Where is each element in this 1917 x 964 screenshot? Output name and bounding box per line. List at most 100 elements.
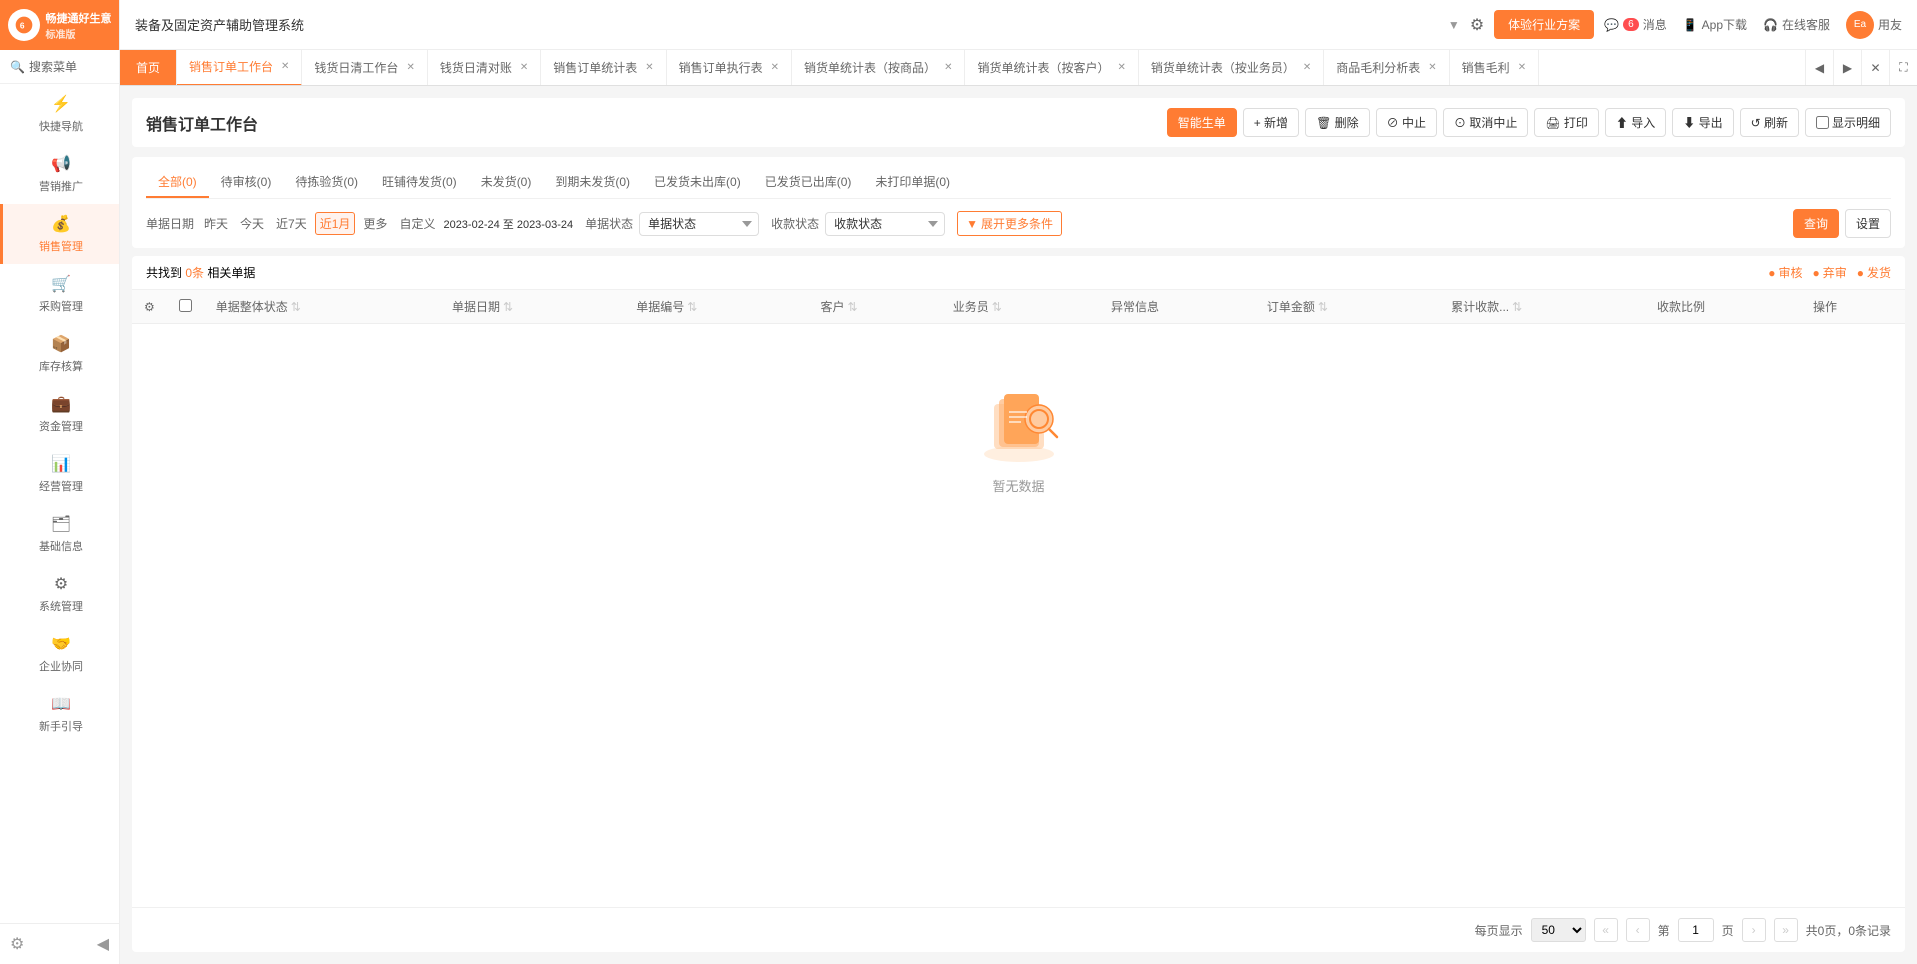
sidebar-search[interactable]: 🔍 搜索菜单 <box>0 50 119 84</box>
sidebar-item-cooperation[interactable]: 🤝企业协同 <box>0 624 119 684</box>
industry-btn[interactable]: 体验行业方案 <box>1494 10 1594 39</box>
sidebar-item-guide[interactable]: 📖新手引导 <box>0 684 119 744</box>
import-btn[interactable]: ⬆ 导入 <box>1605 108 1666 137</box>
settings-filter-btn[interactable]: 设置 <box>1845 209 1891 238</box>
sidebar-item-base-info[interactable]: 🗂基础信息 <box>0 504 119 564</box>
show-detail-btn[interactable]: 显示明细 <box>1805 108 1891 137</box>
gear-header[interactable]: ⚙ <box>132 290 167 324</box>
smart-gen-btn[interactable]: 智能生单 <box>1167 108 1237 137</box>
filter-tab-not-shipped[interactable]: 未发货(0) <box>469 167 544 198</box>
sort-icon-status[interactable]: ⇅ <box>291 300 301 314</box>
refresh-btn[interactable]: ↺ 刷新 <box>1740 108 1799 137</box>
tab-sales-summary-customer[interactable]: 销货单统计表（按客户）✕ <box>965 50 1138 86</box>
filter-tab-all[interactable]: 全部(0) <box>146 167 209 198</box>
user-item[interactable]: Ea 用友 <box>1846 11 1902 39</box>
date-link-近7天[interactable]: 近7天 <box>272 213 311 234</box>
cancel-stop-btn[interactable]: ⊙ 取消中止 <box>1443 108 1528 137</box>
sidebar-item-system[interactable]: ⚙系统管理 <box>0 564 119 624</box>
filter-tab-shipped-out[interactable]: 已发货已出库(0) <box>753 167 864 198</box>
tab-cash-account[interactable]: 钱货日清对账✕ <box>428 50 541 86</box>
sidebar-item-finance[interactable]: 💼资金管理 <box>0 384 119 444</box>
tab-close-product-margin[interactable]: ✕ <box>1428 62 1436 73</box>
table-scroll-container[interactable]: ⚙ 单据整体状态⇅ 单据日期⇅ 单据编号⇅ 客户⇅ 业务员⇅ 异常信息 订单金额… <box>132 290 1905 907</box>
status-select[interactable]: 单据状态 <box>639 212 759 236</box>
tab-product-margin[interactable]: 商品毛利分析表✕ <box>1324 50 1449 86</box>
sidebar-item-marketing[interactable]: 📢营销推广 <box>0 144 119 204</box>
sort-icon-collected[interactable]: ⇅ <box>1512 300 1522 314</box>
sidebar-item-quick-nav[interactable]: ⚡快捷导航 <box>0 84 119 144</box>
show-detail-checkbox[interactable] <box>1816 116 1829 129</box>
message-item[interactable]: 💬 6 消息 <box>1604 16 1667 33</box>
topbar-settings-icon[interactable]: ⚙ <box>1470 15 1484 35</box>
sort-icon-staff[interactable]: ⇅ <box>992 300 1002 314</box>
tab-sales-summary-staff[interactable]: 销货单统计表（按业务员）✕ <box>1139 50 1324 86</box>
tab-close-cash-daily[interactable]: ✕ <box>406 62 414 73</box>
last-page-btn[interactable]: » <box>1774 918 1798 942</box>
filter-tab-shipped-not-out[interactable]: 已发货未出库(0) <box>642 167 753 198</box>
sort-icon-amount[interactable]: ⇅ <box>1318 300 1328 314</box>
settings-icon[interactable]: ⚙ <box>10 934 24 954</box>
tab-sales-summary-product[interactable]: 销货单统计表（按商品）✕ <box>792 50 965 86</box>
tab-close-sales-workbench[interactable]: ✕ <box>281 61 289 72</box>
tab-sales-stats[interactable]: 销售订单统计表✕ <box>541 50 666 86</box>
tab-close-sales-exec[interactable]: ✕ <box>771 62 779 73</box>
date-link-今天[interactable]: 今天 <box>236 213 268 234</box>
empty-state: 暂无数据 <box>132 324 1905 555</box>
tab-home[interactable]: 首页 <box>120 50 177 86</box>
tab-sales-workbench[interactable]: 销售订单工作台✕ <box>177 50 302 86</box>
batch-review-btn[interactable]: ●审核 <box>1768 264 1802 281</box>
dropdown-arrow[interactable]: ▼ <box>1448 18 1460 32</box>
tab-sales-profit[interactable]: 销售毛利✕ <box>1450 50 1539 86</box>
filter-tab-expired-not-shipped[interactable]: 到期未发货(0) <box>543 167 642 198</box>
sort-icon-customer[interactable]: ⇅ <box>847 300 857 314</box>
delete-btn[interactable]: 🗑 删除 <box>1305 108 1370 137</box>
batch-unreviewed-label: 弃审 <box>1823 264 1847 281</box>
date-link-近1月[interactable]: 近1月 <box>315 212 356 235</box>
filter-tab-pending-inspection[interactable]: 待拣验货(0) <box>283 167 370 198</box>
online-service-item[interactable]: 🎧 在线客服 <box>1763 16 1830 33</box>
export-btn[interactable]: ⬇ 导出 <box>1672 108 1733 137</box>
first-page-btn[interactable]: « <box>1594 918 1618 942</box>
tab-close-sales-profit[interactable]: ✕ <box>1518 62 1526 73</box>
batch-unreviewed-icon: ● <box>1812 266 1819 280</box>
page-input[interactable] <box>1678 918 1714 942</box>
tab-close-sales-summary-product[interactable]: ✕ <box>944 62 952 73</box>
stop-btn[interactable]: ⊘ 中止 <box>1376 108 1437 137</box>
payment-select[interactable]: 收款状态 <box>825 212 945 236</box>
sidebar-item-inventory[interactable]: 📦库存核算 <box>0 324 119 384</box>
tab-prev-btn[interactable]: ◀ <box>1805 50 1833 86</box>
tab-close-sales-stats[interactable]: ✕ <box>645 62 653 73</box>
filter-tab-not-printed[interactable]: 未打印单据(0) <box>863 167 962 198</box>
date-link-自定义[interactable]: 自定义 <box>395 213 439 234</box>
print-btn[interactable]: 🖨 打印 <box>1534 108 1599 137</box>
prev-page-btn[interactable]: ‹ <box>1626 918 1650 942</box>
expand-btn[interactable]: ▼ 展开更多条件 <box>957 211 1062 236</box>
tab-cash-daily[interactable]: 钱货日清工作台✕ <box>302 50 427 86</box>
filter-tab-pending-review[interactable]: 待审核(0) <box>209 167 284 198</box>
app-download-item[interactable]: 📱 App下载 <box>1683 16 1747 33</box>
tab-close-sales-summary-staff[interactable]: ✕ <box>1303 62 1311 73</box>
query-btn[interactable]: 查询 <box>1793 209 1839 238</box>
select-all-checkbox[interactable] <box>179 299 192 312</box>
tab-close-cash-account[interactable]: ✕ <box>520 62 528 73</box>
add-btn[interactable]: + 新增 <box>1243 108 1299 137</box>
per-page-select[interactable]: 50 10 20 100 <box>1531 918 1586 942</box>
tab-close-sales-summary-customer[interactable]: ✕ <box>1117 62 1125 73</box>
tab-close-all-btn[interactable]: ✕ <box>1861 50 1889 86</box>
sidebar-item-sales[interactable]: 💰销售管理 <box>0 204 119 264</box>
batch-ship-btn[interactable]: ●发货 <box>1857 264 1891 281</box>
sort-icon-date[interactable]: ⇅ <box>503 300 513 314</box>
tab-next-btn[interactable]: ▶ <box>1833 50 1861 86</box>
batch-unreviewed-btn[interactable]: ● 弃审 <box>1812 264 1846 281</box>
filter-tab-wangpu-pending[interactable]: 旺铺待发货(0) <box>370 167 469 198</box>
tab-maximize-btn[interactable]: ⛶ <box>1889 50 1917 86</box>
sort-icon-number[interactable]: ⇅ <box>687 300 697 314</box>
collapse-icon[interactable]: ◀ <box>97 934 109 954</box>
sidebar-item-operations[interactable]: 📊经营管理 <box>0 444 119 504</box>
date-link-更多[interactable]: 更多 <box>359 213 391 234</box>
sidebar-item-purchase[interactable]: 🛒采购管理 <box>0 264 119 324</box>
date-link-昨天[interactable]: 昨天 <box>200 213 232 234</box>
tab-sales-exec[interactable]: 销售订单执行表✕ <box>667 50 792 86</box>
next-page-btn[interactable]: › <box>1742 918 1766 942</box>
checkbox-header[interactable] <box>167 290 204 324</box>
